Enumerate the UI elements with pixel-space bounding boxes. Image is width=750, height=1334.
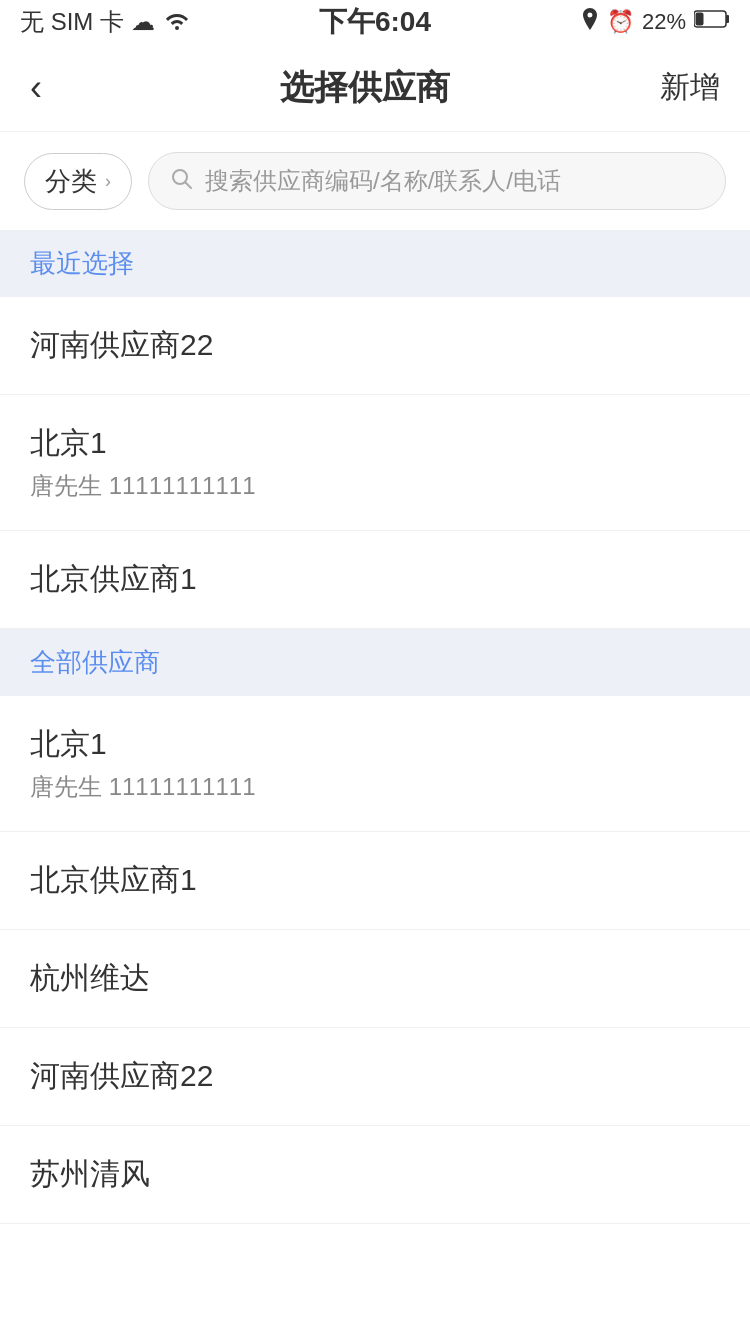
list-item[interactable]: 北京1 唐先生 11111111111 — [0, 395, 750, 531]
list-item[interactable]: 北京1 唐先生 11111111111 — [0, 696, 750, 832]
search-box[interactable]: 搜索供应商编码/名称/联系人/电话 — [148, 152, 726, 210]
list-item[interactable]: 杭州维达 — [0, 930, 750, 1028]
chevron-icon: › — [105, 171, 111, 192]
category-button[interactable]: 分类 › — [24, 153, 132, 210]
wifi-icon — [163, 8, 191, 36]
item-name: 北京供应商1 — [30, 860, 720, 901]
item-sub: 唐先生 11111111111 — [30, 470, 720, 502]
section-header-all: 全部供应商 — [0, 629, 750, 696]
add-button[interactable]: 新增 — [640, 67, 720, 108]
item-name: 河南供应商22 — [30, 325, 720, 366]
list-item[interactable]: 河南供应商22 — [0, 1028, 750, 1126]
list-item[interactable]: 北京供应商1 — [0, 832, 750, 930]
search-placeholder: 搜索供应商编码/名称/联系人/电话 — [205, 165, 561, 197]
location-icon — [581, 8, 599, 36]
list-item[interactable]: 北京供应商1 — [0, 531, 750, 629]
svg-line-4 — [186, 183, 192, 189]
category-label: 分类 — [45, 164, 97, 199]
list-item[interactable]: 苏州清风 — [0, 1126, 750, 1224]
item-name: 苏州清风 — [30, 1154, 720, 1195]
page-title: 选择供应商 — [280, 65, 450, 111]
item-sub: 唐先生 11111111111 — [30, 771, 720, 803]
alarm-icon: ⏰ — [607, 9, 634, 35]
item-name: 北京1 — [30, 423, 720, 464]
item-name: 北京供应商1 — [30, 559, 720, 600]
battery-level: 22% — [642, 9, 686, 35]
supplier-list: 最近选择河南供应商22 北京1 唐先生 11111111111 北京供应商1 全部供应商… — [0, 230, 750, 1224]
section-header-recent: 最近选择 — [0, 230, 750, 297]
sim-status: 无 SIM 卡 ☁ — [20, 6, 155, 38]
nav-bar: ‹ 选择供应商 新增 — [0, 44, 750, 132]
item-name: 杭州维达 — [30, 958, 720, 999]
search-icon — [169, 166, 193, 196]
item-name: 北京1 — [30, 724, 720, 765]
svg-rect-2 — [696, 13, 704, 26]
list-item[interactable]: 河南供应商22 — [0, 297, 750, 395]
status-time: 下午6:04 — [319, 3, 431, 41]
item-name: 河南供应商22 — [30, 1056, 720, 1097]
battery-icon — [694, 9, 730, 35]
filter-bar: 分类 › 搜索供应商编码/名称/联系人/电话 — [0, 132, 750, 230]
back-button[interactable]: ‹ — [30, 67, 90, 109]
svg-rect-1 — [726, 15, 729, 23]
status-right: ⏰ 22% — [581, 8, 730, 36]
status-bar: 无 SIM 卡 ☁ 下午6:04 ⏰ 22% — [0, 0, 750, 44]
status-left: 无 SIM 卡 ☁ — [20, 6, 191, 38]
